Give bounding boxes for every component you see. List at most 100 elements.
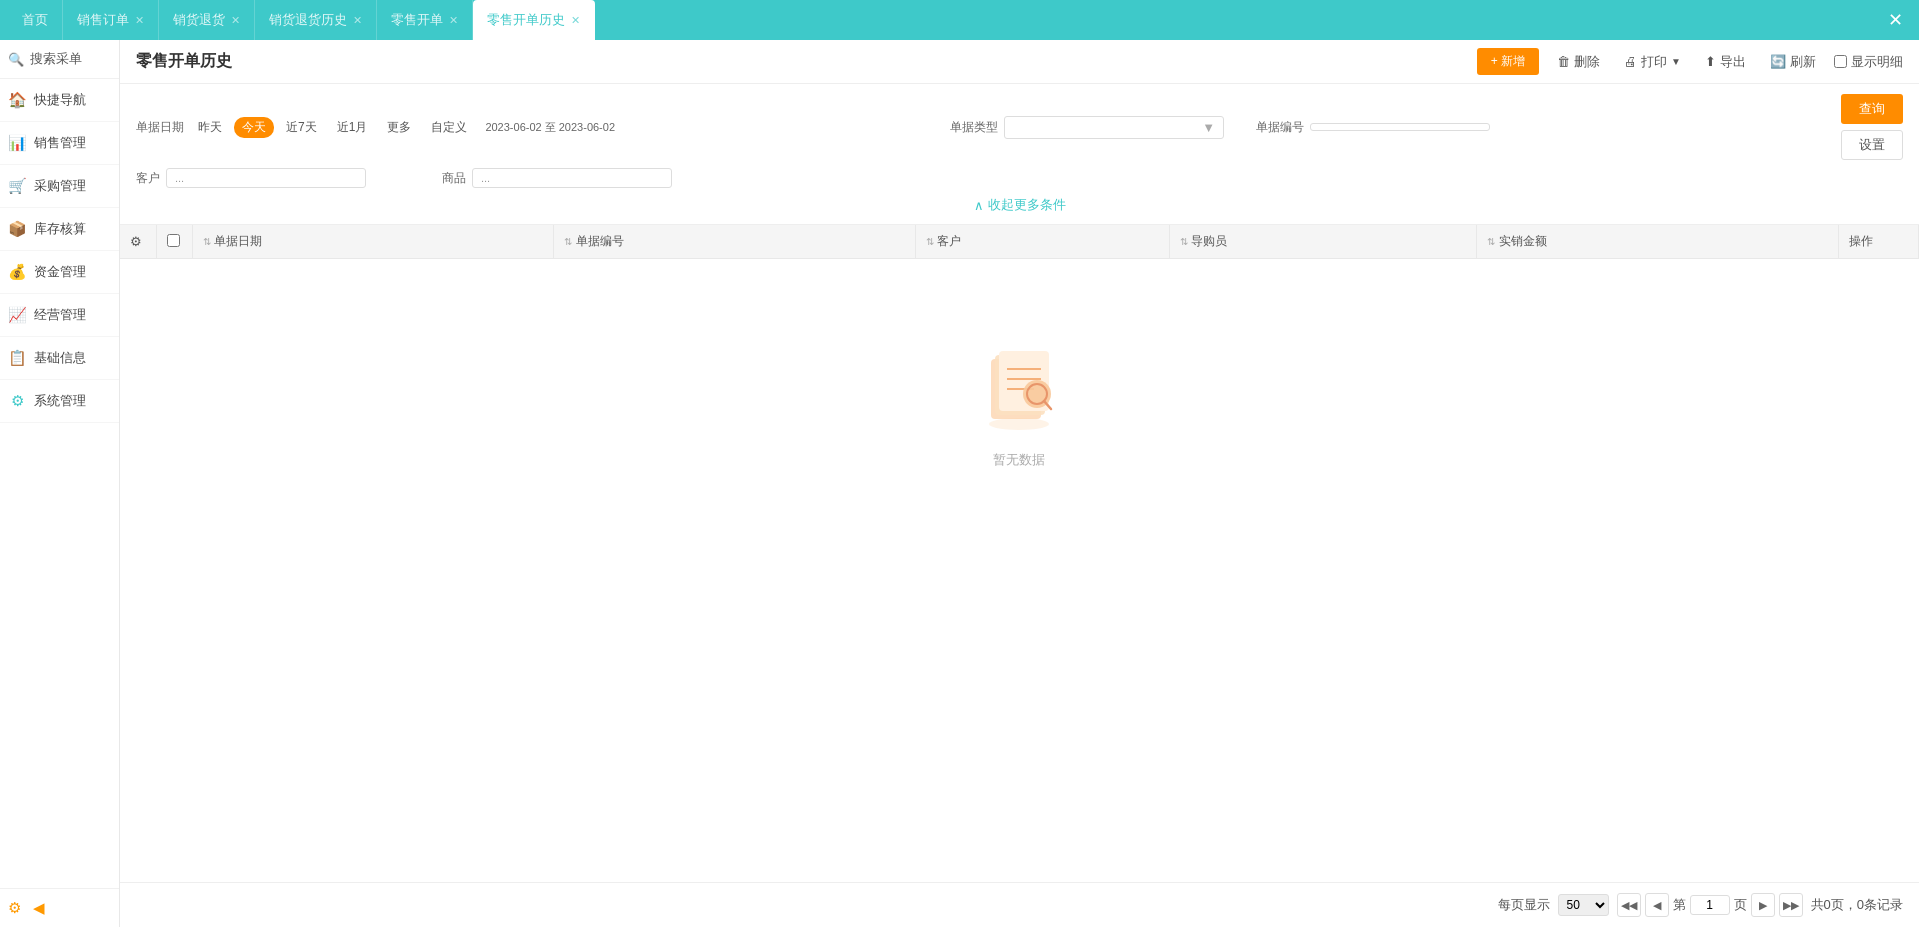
main-layout: 🔍 搜索采单 🏠快捷导航📊销售管理🛒采购管理 📦 库存核算 💰资金管理📈经营管理 📋 基础… xyxy=(0,40,1919,927)
sidebar-item-label: 系统管理 xyxy=(34,392,86,410)
collapse-icon: ∧ xyxy=(974,198,984,213)
sidebar-item-label: 基础信息 xyxy=(34,349,86,367)
sort-icon: ⇅ xyxy=(1487,236,1495,247)
tab-label: 销售订单 xyxy=(77,11,129,29)
page-label: 第 xyxy=(1673,896,1686,914)
sidebar-icon-sys-mgmt: ⚙ xyxy=(8,392,26,410)
table-area: ⚙⇅ 单据日期⇅ 单据编号⇅ 客户⇅ 导购员⇅ 实销金额操作 xyxy=(120,225,1919,882)
col-header-guide[interactable]: ⇅ 导购员 xyxy=(1169,225,1477,259)
per-page-select[interactable]: 102050100 xyxy=(1558,894,1609,916)
tab-home[interactable]: 首页 xyxy=(8,0,63,40)
tab-retail-open-history[interactable]: 零售开单历史✕ xyxy=(473,0,595,40)
col-header-checkbox xyxy=(156,225,192,259)
print-button[interactable]: 🖨 打印 ▼ xyxy=(1618,49,1687,75)
sidebar-item-quick-nav[interactable]: 🏠快捷导航 xyxy=(0,79,119,122)
sidebar-icon-stock-check: 📦 xyxy=(8,220,26,238)
select-all-checkbox[interactable] xyxy=(167,234,180,247)
pagination: 每页显示 102050100 ◀◀ ◀ 第 页 ▶ ▶▶ 共0页，0条记录 xyxy=(120,882,1919,927)
date-tab-近1月[interactable]: 近1月 xyxy=(329,117,376,138)
tab-sales-order[interactable]: 销售订单 ✕ xyxy=(63,0,159,40)
empty-text: 暂无数据 xyxy=(993,451,1045,469)
sidebar-item-sys-mgmt[interactable]: ⚙ 系统管理 xyxy=(0,380,119,423)
goods-input[interactable]: ... xyxy=(472,168,672,188)
next-page-button[interactable]: ▶ xyxy=(1751,893,1775,917)
tab-close-icon[interactable]: ✕ xyxy=(353,14,362,27)
col-header-amount[interactable]: ⇅ 实销金额 xyxy=(1477,225,1839,259)
toolbar: + 新增 🗑 删除 🖨 打印 ▼ ⬆ 导出 🔄 刷新 xyxy=(1477,48,1903,75)
col-header-date[interactable]: ⇅ 单据日期 xyxy=(192,225,554,259)
delete-button[interactable]: 🗑 删除 xyxy=(1551,49,1606,75)
tab-close-icon[interactable]: ✕ xyxy=(135,14,144,27)
sidebar-item-sales-mgmt[interactable]: 📊销售管理 xyxy=(0,122,119,165)
export-button[interactable]: ⬆ 导出 xyxy=(1699,49,1752,75)
sidebar-item-label: 库存核算 xyxy=(34,220,86,238)
page-header: 零售开单历史 + 新增 🗑 删除 🖨 打印 ▼ ⬆ 导出 🔄 xyxy=(120,40,1919,84)
filter-goods: 商品 ... xyxy=(442,168,672,188)
sidebar-items: 🏠快捷导航📊销售管理🛒采购管理 📦 库存核算 💰资金管理📈经营管理 📋 基础信息 ⚙ 系统管理 xyxy=(0,79,119,423)
date-tab-今天[interactable]: 今天 xyxy=(234,117,274,138)
date-tab-更多[interactable]: 更多 xyxy=(379,117,419,138)
col-header-customer[interactable]: ⇅ 客户 xyxy=(915,225,1169,259)
date-tab-近7天[interactable]: 近7天 xyxy=(278,117,325,138)
window-close-button[interactable]: ✕ xyxy=(1880,9,1911,31)
total-label: 共0页，0条记录 xyxy=(1811,896,1903,914)
number-input[interactable] xyxy=(1310,123,1490,131)
page-input[interactable] xyxy=(1690,895,1730,915)
data-table: ⚙⇅ 单据日期⇅ 单据编号⇅ 客户⇅ 导购员⇅ 实销金额操作 xyxy=(120,225,1919,549)
tab-list: 首页销售订单✕销货退货✕销货退货历史✕零售开单✕零售开单历史✕ xyxy=(8,0,1872,40)
prev-page-button[interactable]: ◀ xyxy=(1645,893,1669,917)
collapse-sidebar-icon[interactable]: ◀ xyxy=(33,899,45,917)
sort-icon: ⇅ xyxy=(564,236,572,247)
sidebar-item-stock-check[interactable]: 📦 库存核算 xyxy=(0,208,119,251)
first-page-button[interactable]: ◀◀ xyxy=(1617,893,1641,917)
print-dropdown-icon: ▼ xyxy=(1671,56,1681,67)
tab-close-icon[interactable]: ✕ xyxy=(571,14,580,27)
page-suffix: 页 xyxy=(1734,896,1747,914)
search-icon: 🔍 xyxy=(8,52,24,67)
customer-input[interactable]: ... xyxy=(166,168,366,188)
sidebar-search-label: 搜索采单 xyxy=(30,50,82,68)
sidebar-icon-quick-nav: 🏠 xyxy=(8,91,26,109)
add-button[interactable]: + 新增 xyxy=(1477,48,1539,75)
empty-icon xyxy=(969,339,1069,439)
sort-icon: ⇅ xyxy=(926,236,934,247)
page-title: 零售开单历史 xyxy=(136,51,232,72)
refresh-button[interactable]: 🔄 刷新 xyxy=(1764,49,1822,75)
col-header-number[interactable]: ⇅ 单据编号 xyxy=(554,225,916,259)
delete-icon: 🗑 xyxy=(1557,54,1570,69)
display-detail-toggle[interactable]: 显示明细 xyxy=(1834,53,1903,71)
print-icon: 🖨 xyxy=(1624,54,1637,69)
sidebar-item-biz-mgmt[interactable]: 📈经营管理 xyxy=(0,294,119,337)
number-filter-label: 单据编号 xyxy=(1256,119,1304,136)
query-button[interactable]: 查询 xyxy=(1841,94,1903,124)
tab-close-icon[interactable]: ✕ xyxy=(449,14,458,27)
sidebar-icon-biz-mgmt: 📈 xyxy=(8,306,26,324)
content-area: 零售开单历史 + 新增 🗑 删除 🖨 打印 ▼ ⬆ 导出 🔄 xyxy=(120,40,1919,927)
gear-icon[interactable]: ⚙ xyxy=(130,234,142,249)
sidebar-search[interactable]: 🔍 搜索采单 xyxy=(0,40,119,79)
filter-row-2: 客户 ... 商品 ... xyxy=(136,168,1903,188)
svg-point-0 xyxy=(989,418,1049,430)
last-page-button[interactable]: ▶▶ xyxy=(1779,893,1803,917)
filter-number: 单据编号 xyxy=(1256,119,1490,136)
tab-retail-open[interactable]: 零售开单✕ xyxy=(377,0,473,40)
tab-close-icon[interactable]: ✕ xyxy=(231,14,240,27)
refresh-icon: 🔄 xyxy=(1770,54,1786,69)
sidebar-icon-base-info: 📋 xyxy=(8,349,26,367)
sidebar: 🔍 搜索采单 🏠快捷导航📊销售管理🛒采购管理 📦 库存核算 💰资金管理📈经营管理 📋 基础… xyxy=(0,40,120,927)
sort-icon: ⇅ xyxy=(1180,236,1188,247)
tab-sales-return-history[interactable]: 销货退货历史✕ xyxy=(255,0,377,40)
date-tab-昨天[interactable]: 昨天 xyxy=(190,117,230,138)
collapse-filter-button[interactable]: ∧ 收起更多条件 xyxy=(136,196,1903,214)
display-detail-checkbox[interactable] xyxy=(1834,55,1847,68)
settings-icon[interactable]: ⚙ xyxy=(8,899,21,917)
date-tab-自定义[interactable]: 自定义 xyxy=(423,117,475,138)
sidebar-item-fund-mgmt[interactable]: 💰资金管理 xyxy=(0,251,119,294)
query-buttons: 查询 设置 xyxy=(1825,94,1903,160)
sidebar-item-purchase-mgmt[interactable]: 🛒采购管理 xyxy=(0,165,119,208)
type-select[interactable]: ▼ xyxy=(1004,116,1224,139)
tab-sales-return[interactable]: 销货退货✕ xyxy=(159,0,255,40)
empty-state: 暂无数据 xyxy=(120,259,1919,549)
sidebar-item-base-info[interactable]: 📋 基础信息 xyxy=(0,337,119,380)
setting-button[interactable]: 设置 xyxy=(1841,130,1903,160)
